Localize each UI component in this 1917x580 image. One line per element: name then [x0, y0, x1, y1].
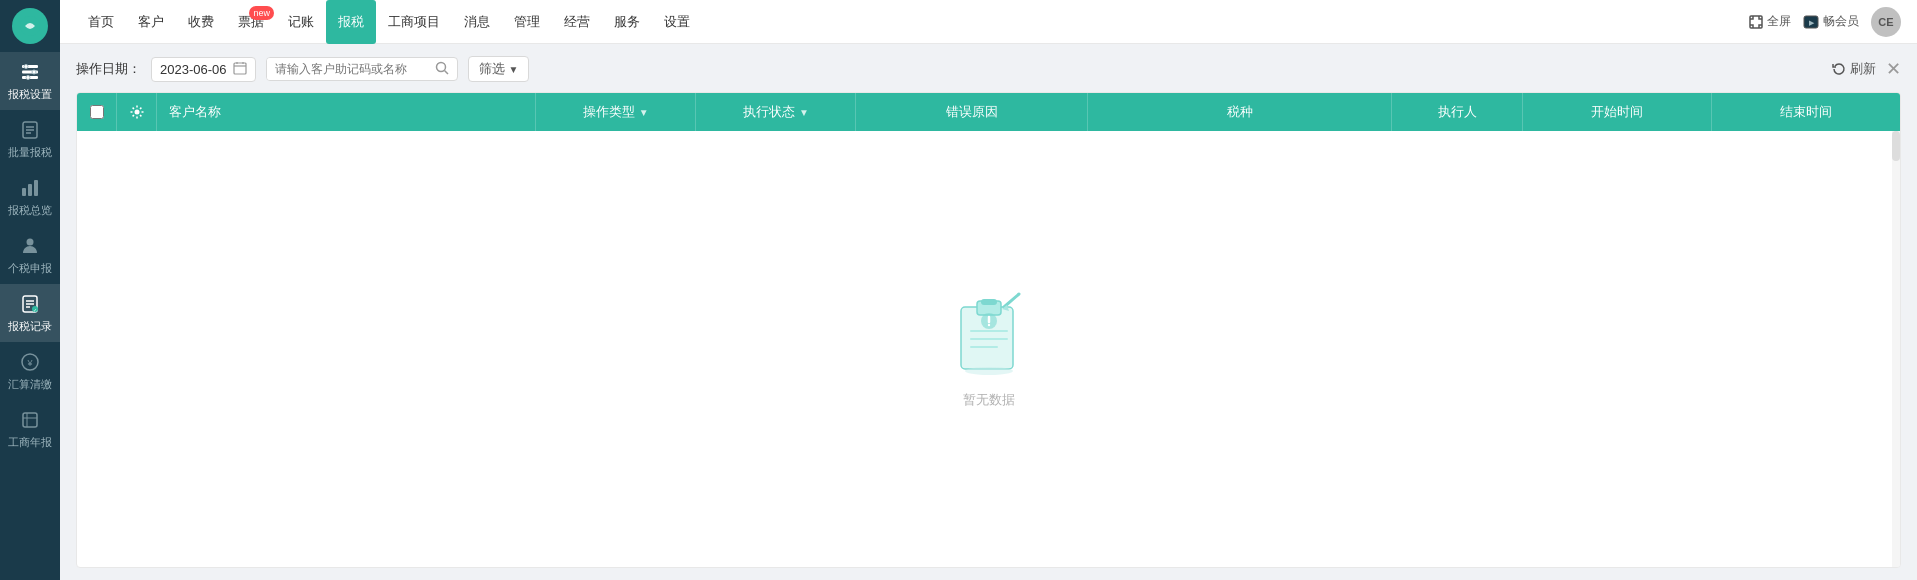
th-customer-name: 客户名称	[157, 93, 536, 131]
th-tax-type: 税种	[1088, 93, 1391, 131]
th-error-reason: 错误原因	[856, 93, 1088, 131]
svg-point-14	[27, 239, 34, 246]
sidebar-item-label: 个税申报	[8, 261, 52, 276]
overview-icon	[18, 176, 42, 200]
svg-line-45	[1004, 294, 1019, 307]
data-table: 客户名称 操作类型 ▼ 执行状态 ▼ 错误原因 税种	[76, 92, 1901, 568]
empty-text: 暂无数据	[963, 391, 1015, 409]
th-end-time: 结束时间	[1712, 93, 1900, 131]
sidebar-item-label: 报税设置	[8, 87, 52, 102]
select-all-checkbox[interactable]	[90, 105, 104, 119]
toolbar-right: 刷新 ✕	[1832, 58, 1901, 80]
th-executor: 执行人	[1392, 93, 1524, 131]
svg-text:¥: ¥	[26, 358, 33, 368]
batch-tax-icon	[18, 118, 42, 142]
nav-business[interactable]: 工商项目	[376, 0, 452, 44]
svg-point-5	[32, 70, 36, 74]
svg-point-35	[134, 110, 139, 115]
sidebar-item-huisuan-jiaona[interactable]: ¥ 汇算清缴	[0, 342, 60, 400]
sort-icon: ▼	[799, 107, 809, 118]
th-checkbox[interactable]	[77, 93, 117, 131]
sidebar-item-gongshang-nianbao[interactable]: 工商年报	[0, 400, 60, 458]
avatar[interactable]: CE	[1871, 7, 1901, 37]
th-op-type[interactable]: 操作类型 ▼	[536, 93, 696, 131]
empty-state: 暂无数据	[949, 289, 1029, 409]
date-label: 操作日期：	[76, 60, 141, 78]
sidebar-item-label: 报税总览	[8, 203, 52, 218]
annual-report-icon	[18, 408, 42, 432]
new-badge: new	[249, 6, 274, 20]
settings-icon	[18, 60, 42, 84]
filter-label: 筛选	[479, 60, 505, 78]
svg-rect-13	[34, 180, 38, 196]
calendar-icon	[233, 61, 247, 78]
records-icon: ✓	[18, 292, 42, 316]
sidebar-item-label: 报税记录	[8, 319, 52, 334]
person-tax-icon	[18, 234, 42, 258]
sidebar-item-baoshui-shezhi[interactable]: 报税设置	[0, 52, 60, 110]
nav-home[interactable]: 首页	[76, 0, 126, 44]
nav-settings[interactable]: 设置	[652, 0, 702, 44]
nav-ticket[interactable]: 票据 new	[226, 0, 276, 44]
table-header: 客户名称 操作类型 ▼ 执行状态 ▼ 错误原因 税种	[77, 93, 1900, 131]
page-area: 操作日期： 2023-06-06	[60, 44, 1917, 580]
empty-illustration	[949, 289, 1029, 379]
svg-point-4	[24, 65, 28, 69]
svg-point-33	[436, 62, 445, 71]
svg-point-6	[26, 76, 30, 80]
nav-charge[interactable]: 收费	[176, 0, 226, 44]
nav-operation[interactable]: 经营	[552, 0, 602, 44]
sidebar-item-piliang-baoshui[interactable]: 批量报税	[0, 110, 60, 168]
sidebar: 报税设置 批量报税 报税总览	[0, 0, 60, 580]
sidebar-item-label: 工商年报	[8, 435, 52, 450]
nav-service[interactable]: 服务	[602, 0, 652, 44]
svg-rect-11	[22, 188, 26, 196]
topnav-right: 全屏 ▶ 畅会员 CE	[1749, 7, 1901, 37]
sidebar-item-baoshui-jilu[interactable]: ✓ 报税记录	[0, 284, 60, 342]
search-box[interactable]	[266, 57, 458, 81]
main-container: 首页 客户 收费 票据 new 记账 报税 工商项目 消息 管理 经营	[60, 0, 1917, 580]
nav-tax[interactable]: 报税	[326, 0, 376, 44]
chevron-down-icon: ▼	[509, 64, 519, 75]
nav-manage[interactable]: 管理	[502, 0, 552, 44]
scroll-thumb[interactable]	[1892, 131, 1900, 161]
refresh-btn[interactable]: 刷新	[1832, 60, 1876, 78]
nav-message[interactable]: 消息	[452, 0, 502, 44]
vip-btn[interactable]: ▶ 畅会员	[1803, 13, 1859, 30]
sidebar-item-label: 汇算清缴	[8, 377, 52, 392]
scroll-track[interactable]	[1892, 131, 1900, 567]
sort-icon: ▼	[639, 107, 649, 118]
th-exec-status[interactable]: 执行状态 ▼	[696, 93, 856, 131]
filter-btn[interactable]: 筛选 ▼	[468, 56, 530, 82]
nav-customer[interactable]: 客户	[126, 0, 176, 44]
nav-account[interactable]: 记账	[276, 0, 326, 44]
svg-rect-38	[981, 299, 997, 305]
svg-rect-29	[234, 63, 246, 74]
svg-text:✓: ✓	[33, 307, 37, 313]
search-input[interactable]	[267, 58, 427, 80]
table-body: 暂无数据	[77, 131, 1900, 567]
sidebar-item-baoshui-zonglan[interactable]: 报税总览	[0, 168, 60, 226]
th-gear[interactable]	[117, 93, 157, 131]
content-area: 操作日期： 2023-06-06	[60, 44, 1917, 580]
date-value: 2023-06-06	[160, 62, 227, 77]
settlement-icon: ¥	[18, 350, 42, 374]
sidebar-logo	[12, 8, 48, 44]
svg-rect-12	[28, 184, 32, 196]
sidebar-item-geshui-shenbao[interactable]: 个税申报	[0, 226, 60, 284]
svg-rect-26	[1750, 16, 1762, 28]
svg-point-44	[987, 324, 989, 326]
top-nav: 首页 客户 收费 票据 new 记账 报税 工商项目 消息 管理 经营	[60, 0, 1917, 44]
search-icon[interactable]	[427, 61, 457, 78]
close-button[interactable]: ✕	[1886, 58, 1901, 80]
svg-point-47	[965, 367, 1013, 375]
th-start-time: 开始时间	[1523, 93, 1712, 131]
refresh-label: 刷新	[1850, 60, 1876, 78]
svg-rect-23	[23, 413, 37, 427]
sidebar-item-label: 批量报税	[8, 145, 52, 160]
date-picker[interactable]: 2023-06-06	[151, 57, 256, 82]
toolbar: 操作日期： 2023-06-06	[76, 56, 1901, 82]
fullscreen-btn[interactable]: 全屏	[1749, 13, 1791, 30]
svg-line-34	[444, 70, 448, 74]
